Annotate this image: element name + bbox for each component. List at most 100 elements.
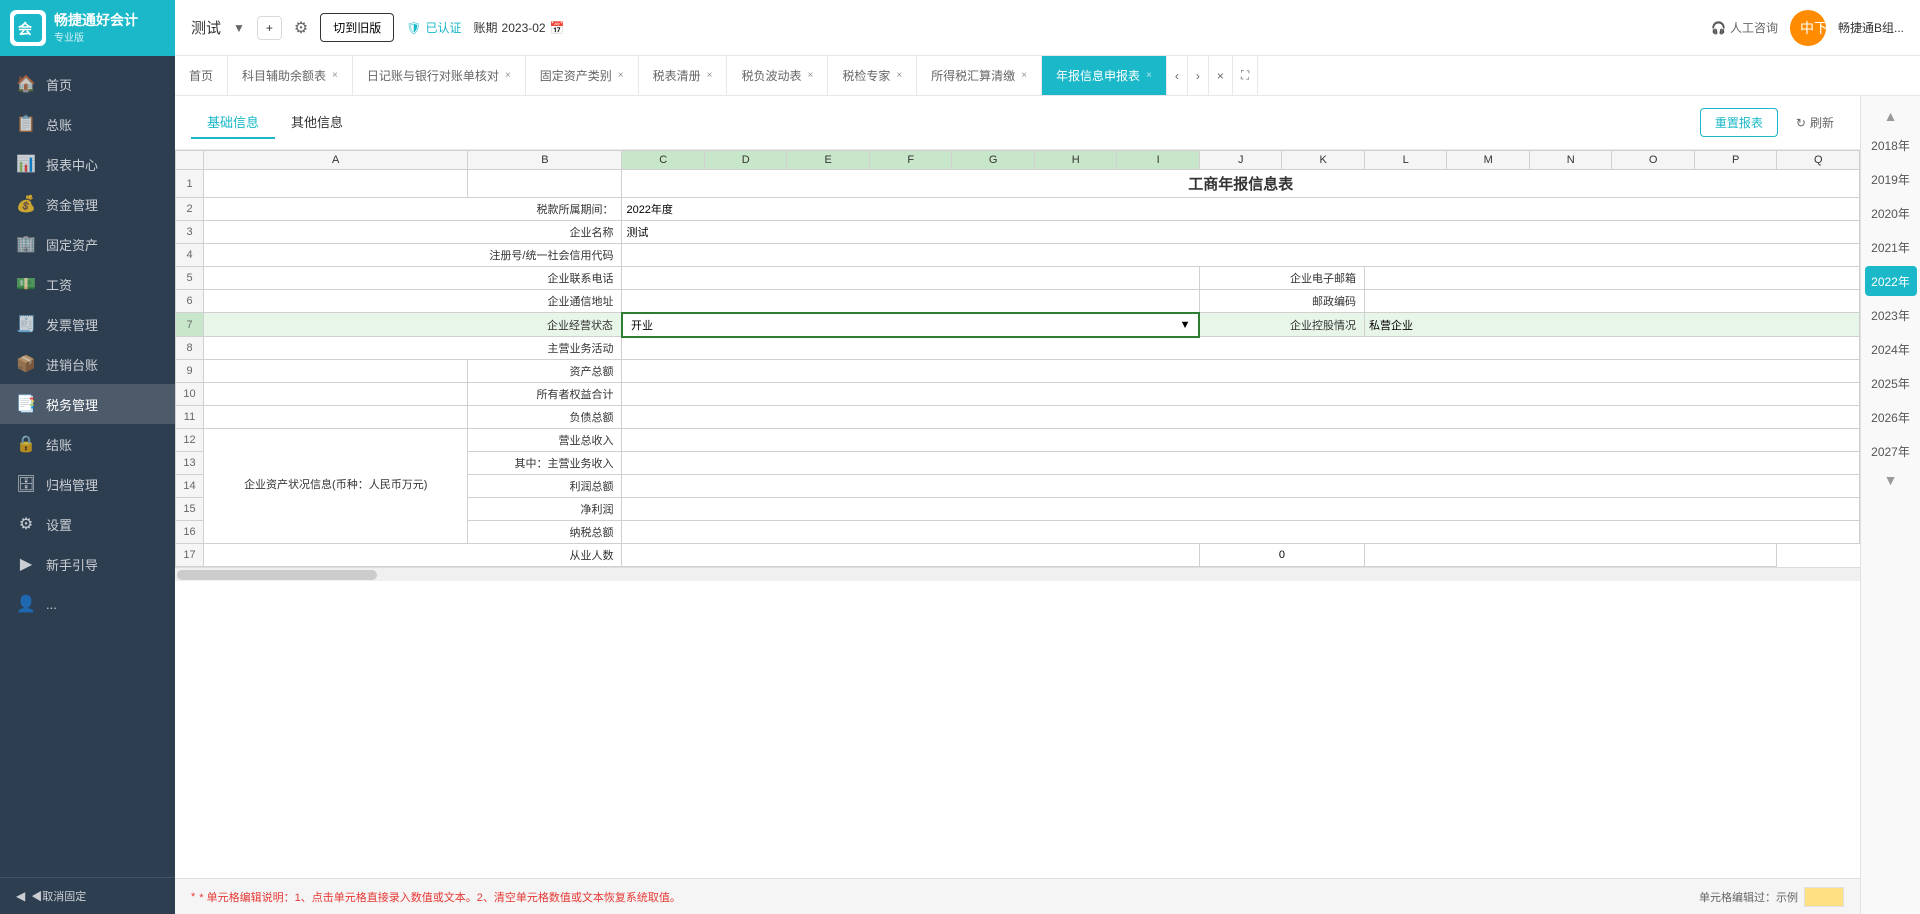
cell-profit-value[interactable] [622,475,1860,498]
sidebar-item-fixed-asset[interactable]: 🏢 固定资产 [0,224,175,264]
tab-close-icon[interactable]: × [896,70,902,81]
username-label[interactable]: 畅捷通B组... [1838,19,1904,36]
cell-company-value[interactable]: 测试 [622,221,1860,244]
cell-liabilities-value[interactable] [622,406,1860,429]
dropdown-arrow-icon[interactable]: ▼ [1180,319,1191,331]
cell-main-revenue-value[interactable] [622,452,1860,475]
tab-journal-bank[interactable]: 日记账与银行对账单核对 × [353,56,526,96]
cell-employees-value[interactable] [622,544,1200,567]
subtab-basic[interactable]: 基础信息 [191,106,275,139]
service-button[interactable]: 🎧 人工咨询 [1711,19,1778,36]
cell-address-value[interactable] [622,290,1200,313]
tab-tax-return[interactable]: 税表清册 × [639,56,728,96]
tab-dropdown-icon[interactable]: ▼ [233,21,245,35]
sidebar-item-extra[interactable]: 👤 ... [0,584,175,624]
year-item-2026[interactable]: 2026年 [1865,402,1917,432]
tab-close-all[interactable]: × [1209,56,1233,96]
cell-business-value[interactable] [622,337,1860,360]
col-header-p[interactable]: P [1694,151,1777,170]
calendar-icon[interactable]: 📅 [550,21,565,35]
tab-close-icon[interactable]: × [505,70,511,81]
col-header-f[interactable]: F [869,151,952,170]
tab-income-tax[interactable]: 所得税汇算清缴 × [917,56,1042,96]
tab-scroll-right[interactable]: › [1188,56,1209,96]
col-header-q[interactable]: Q [1777,151,1860,170]
spreadsheet-container[interactable]: A B C D E F G H I J K L M [175,150,1860,878]
year-item-2019[interactable]: 2019年 [1865,164,1917,194]
status-dropdown[interactable]: 开业 ▼ [627,317,1195,333]
cell-status-value[interactable]: 开业 ▼ [622,313,1200,337]
cell-equity-value[interactable] [622,383,1860,406]
col-header-o[interactable]: O [1612,151,1695,170]
col-header-h[interactable]: H [1034,151,1117,170]
tab-expand[interactable]: ⛶ [1233,56,1258,96]
year-item-2022[interactable]: 2022年 [1865,266,1917,296]
settings-gear-icon[interactable]: ⚙ [294,18,308,38]
tab-close-icon[interactable]: × [1021,70,1027,81]
year-item-2024[interactable]: 2024年 [1865,334,1917,364]
year-item-2020[interactable]: 2020年 [1865,198,1917,228]
cell-ownership-value[interactable]: 私营企业 [1364,313,1859,337]
col-header-m[interactable]: M [1447,151,1530,170]
user-avatar[interactable] [1790,10,1826,46]
col-header-l[interactable]: L [1364,151,1447,170]
year-scroll-down[interactable]: ▼ [1880,468,1902,492]
cell-postcode-value[interactable] [1364,290,1859,313]
tab-close-icon[interactable]: × [332,70,338,81]
horizontal-scrollbar[interactable] [175,567,1860,581]
year-item-2018[interactable]: 2018年 [1865,130,1917,160]
tab-close-icon[interactable]: × [707,70,713,81]
col-header-i[interactable]: I [1117,151,1200,170]
sidebar-item-fund[interactable]: 💰 资金管理 [0,184,175,224]
tab-tax-fluctuation[interactable]: 税负波动表 × [727,56,828,96]
col-header-b[interactable]: B [468,151,622,170]
sidebar-item-guide[interactable]: ▶ 新手引导 [0,544,175,584]
year-item-2023[interactable]: 2023年 [1865,300,1917,330]
sidebar-item-closing[interactable]: 🔒 结账 [0,424,175,464]
add-tab-button[interactable]: + [257,16,282,40]
tab-scroll-left[interactable]: ‹ [1167,56,1188,96]
refresh-button[interactable]: ↻ 刷新 [1786,109,1844,136]
sidebar-item-archive[interactable]: 🗄 归档管理 [0,464,175,504]
cell-email-value[interactable] [1364,267,1859,290]
tab-tax-inspection[interactable]: 税检专家 × [828,56,917,96]
subtab-other[interactable]: 其他信息 [275,106,359,139]
col-header-g[interactable]: G [952,151,1035,170]
sidebar-item-report[interactable]: 📊 报表中心 [0,144,175,184]
sidebar-item-settings[interactable]: ⚙ 设置 [0,504,175,544]
tab-close-icon[interactable]: × [807,70,813,81]
reset-report-button[interactable]: 重置报表 [1700,108,1778,137]
col-header-a[interactable]: A [204,151,468,170]
col-header-n[interactable]: N [1529,151,1612,170]
tab-close-icon[interactable]: × [618,70,624,81]
col-header-d[interactable]: D [704,151,787,170]
cell-revenue-value[interactable] [622,429,1860,452]
cell-period-value[interactable]: 2022年度 [622,198,1860,221]
cell-tax-value[interactable] [622,521,1860,544]
tab-close-icon[interactable]: × [1146,70,1152,81]
year-scroll-up[interactable]: ▲ [1880,104,1902,128]
year-item-2025[interactable]: 2025年 [1865,368,1917,398]
year-item-2021[interactable]: 2021年 [1865,232,1917,262]
sidebar-item-payroll[interactable]: 💵 工资 [0,264,175,304]
cell-assets-value[interactable] [622,360,1860,383]
col-header-k[interactable]: K [1282,151,1365,170]
year-item-2027[interactable]: 2027年 [1865,436,1917,466]
sidebar-item-invoice[interactable]: 🧾 发票管理 [0,304,175,344]
tab-home[interactable]: 首页 [175,56,228,96]
tab-aux-balance[interactable]: 科目辅助余额表 × [228,56,353,96]
cell-regnum-value[interactable] [622,244,1860,267]
col-header-e[interactable]: E [787,151,870,170]
tab-fixed-asset-type[interactable]: 固定资产类别 × [526,56,639,96]
tab-annual-report[interactable]: 年报信息申报表 × [1042,56,1167,96]
sidebar-item-ledger[interactable]: 📋 总账 [0,104,175,144]
sidebar-item-tax[interactable]: 📑 税务管理 [0,384,175,424]
col-header-c[interactable]: C [622,151,705,170]
sidebar-item-purchase-sale[interactable]: 📦 进销台账 [0,344,175,384]
unpin-button[interactable]: ◀ ◀取消固定 [0,878,175,914]
col-header-j[interactable]: J [1199,151,1282,170]
cell-phone-value[interactable] [622,267,1200,290]
cell-net-profit-value[interactable] [622,498,1860,521]
old-version-button[interactable]: 切到旧版 [320,13,394,42]
sidebar-item-home[interactable]: 🏠 首页 [0,64,175,104]
